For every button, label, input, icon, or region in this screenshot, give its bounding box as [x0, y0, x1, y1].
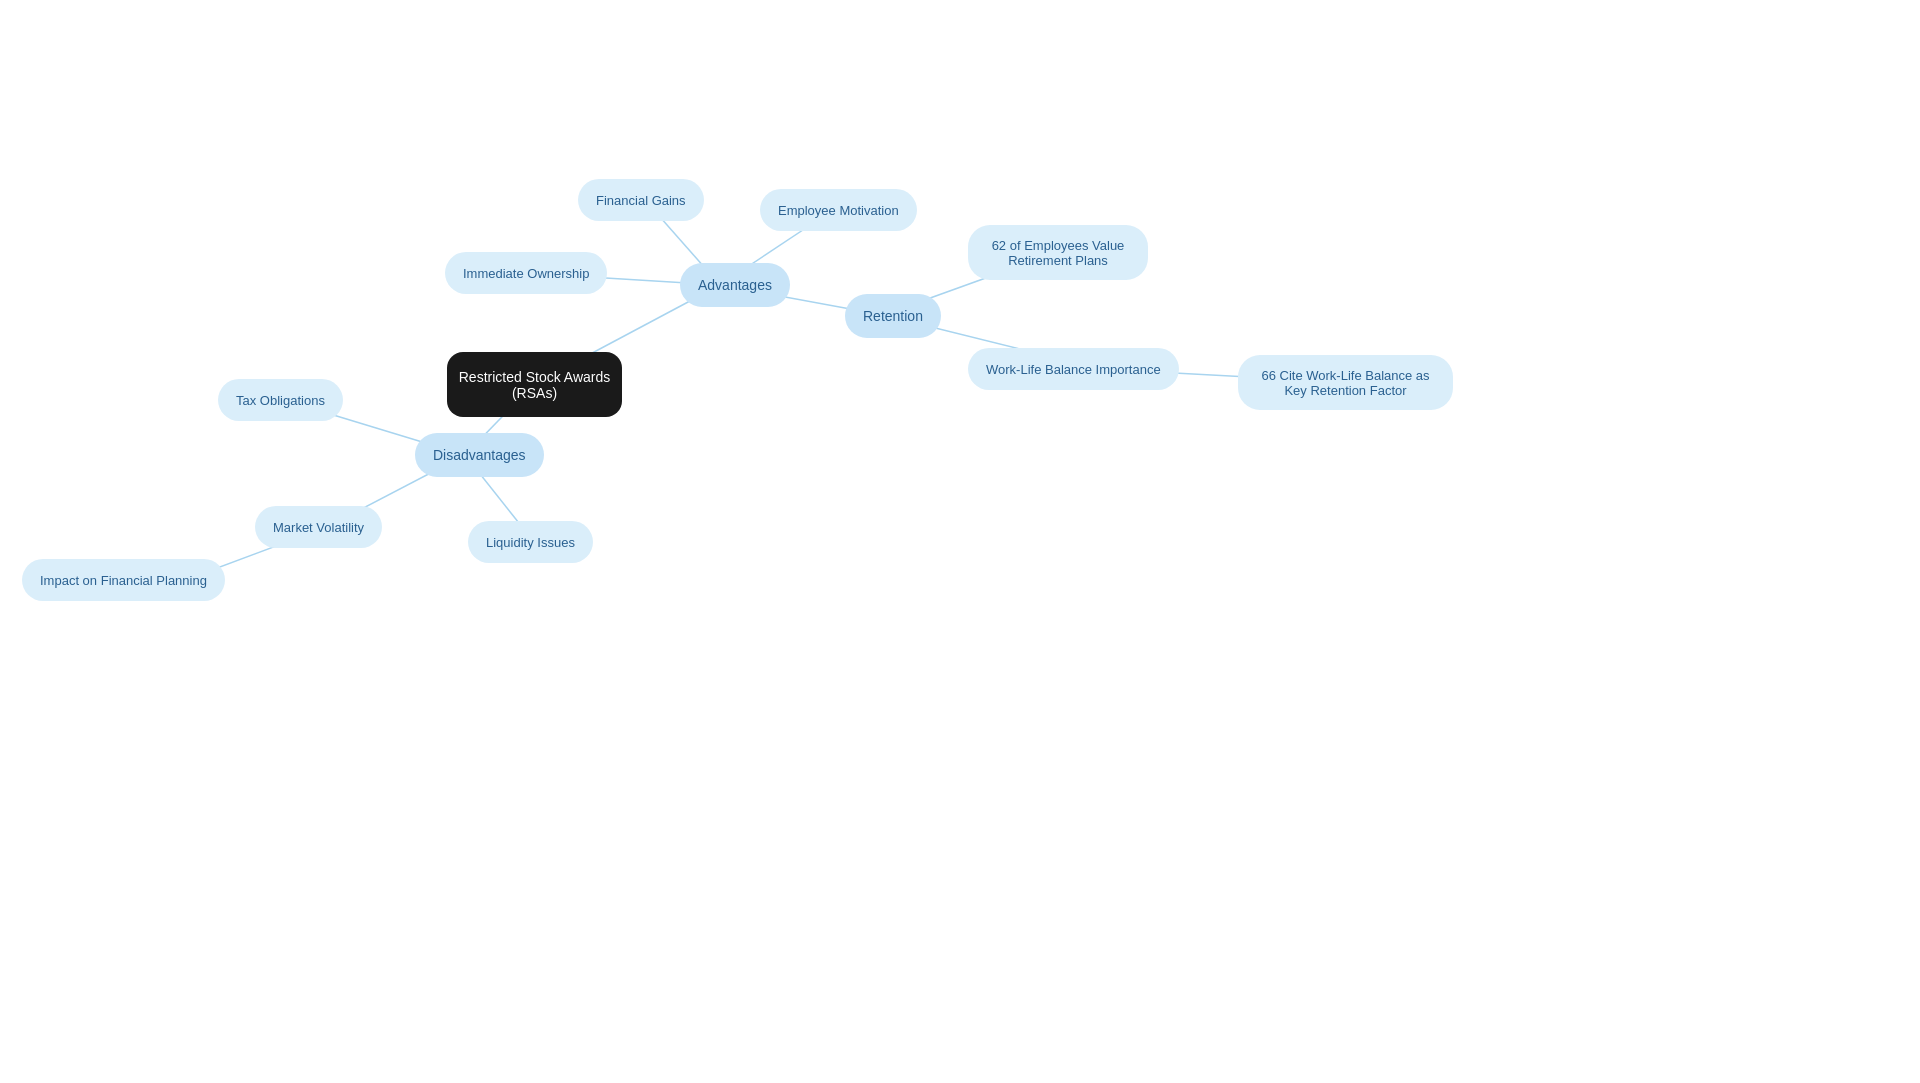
disadvantages-node[interactable]: Disadvantages — [415, 433, 544, 477]
impact-financial-node[interactable]: Impact on Financial Planning — [22, 559, 225, 601]
cite-work-life-node[interactable]: 66 Cite Work-Life Balance as Key Retenti… — [1238, 355, 1453, 410]
tax-obligations-node[interactable]: Tax Obligations — [218, 379, 343, 421]
market-volatility-node[interactable]: Market Volatility — [255, 506, 382, 548]
liquidity-issues-node[interactable]: Liquidity Issues — [468, 521, 593, 563]
retention-node[interactable]: Retention — [845, 294, 941, 338]
center-node[interactable]: Restricted Stock Awards (RSAs) — [447, 352, 622, 417]
immediate-ownership-node[interactable]: Immediate Ownership — [445, 252, 607, 294]
work-life-balance-node[interactable]: Work-Life Balance Importance — [968, 348, 1179, 390]
financial-gains-node[interactable]: Financial Gains — [578, 179, 704, 221]
advantages-node[interactable]: Advantages — [680, 263, 790, 307]
employee-motivation-node[interactable]: Employee Motivation — [760, 189, 917, 231]
employees-value-node[interactable]: 62 of Employees Value Retirement Plans — [968, 225, 1148, 280]
